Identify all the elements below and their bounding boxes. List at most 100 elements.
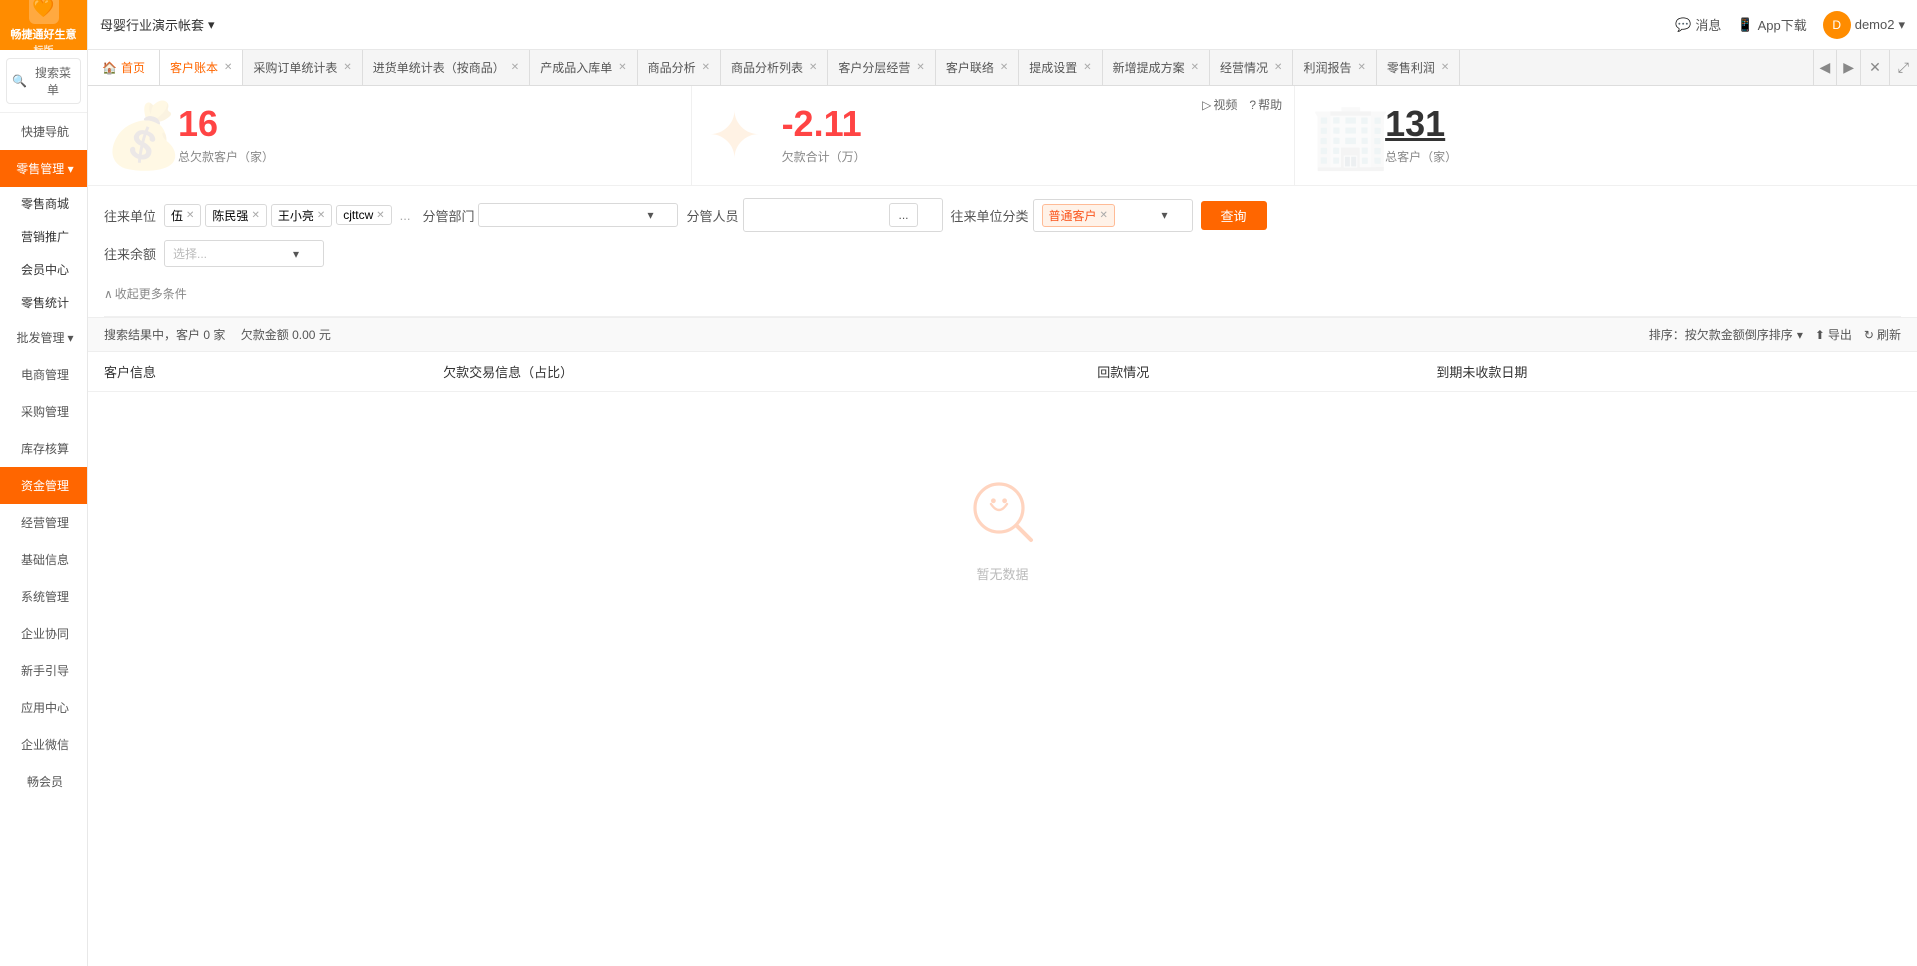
sidebar-item-chang-member[interactable]: 畅会员 [0, 763, 87, 800]
tab-close-icon[interactable]: ✕ [1441, 62, 1449, 73]
page-content: 💰 16 总欠款客户（家） ✦ -2.11 欠款合计（万） ▷ 视频 [88, 86, 1917, 966]
tag-remove-icon[interactable]: ✕ [251, 210, 259, 221]
sidebar-item-wholesale-mgmt[interactable]: 批发管理 ▾ [0, 319, 87, 356]
remainder-dropdown[interactable]: 选择... ▾ [164, 240, 324, 267]
sidebar-item-enterprise-collab[interactable]: 企业协同 [0, 615, 87, 652]
remainder-chevron-icon: ▾ [293, 247, 299, 261]
tab-close-icon[interactable]: ✕ [1357, 62, 1365, 73]
filter-row-2: 往来余额 选择... ▾ [104, 240, 1901, 267]
sidebar-item-marketing[interactable]: 营销推广 [0, 220, 87, 253]
message-button[interactable]: 💬 消息 [1675, 15, 1721, 34]
sidebar-item-quick-nav[interactable]: 快捷导航 [0, 113, 87, 150]
tab-customer-layering[interactable]: 客户分层经营 ✕ [828, 50, 935, 86]
query-button[interactable]: 查询 [1201, 201, 1267, 230]
tab-navigation: ◀ ▶ ✕ ⤢ [1813, 50, 1917, 86]
sidebar-item-inventory[interactable]: 库存核算 [0, 430, 87, 467]
sidebar-item-retail-mgmt[interactable]: 零售管理 ▾ [0, 150, 87, 187]
tab-close-icon[interactable]: ✕ [511, 62, 519, 73]
filter-row-1: 往来单位 伍 ✕ 陈民强 ✕ 王小亮 ✕ cjttcw [104, 198, 1901, 232]
user-menu[interactable]: D demo2 ▾ [1823, 11, 1905, 39]
tab-home[interactable]: 🏠 首页 [88, 50, 160, 86]
tab-close-icon[interactable]: ✕ [916, 62, 924, 73]
col-customer-info: 客户信息 [88, 352, 427, 392]
tag-remove-icon[interactable]: ✕ [186, 210, 194, 221]
empty-icon [963, 472, 1043, 552]
dept-dropdown[interactable]: ▾ [478, 203, 678, 227]
tab-close-icon[interactable]: ✕ [343, 62, 351, 73]
collapse-icon: ∧ [104, 287, 113, 301]
tab-expand-button[interactable]: ⤢ [1889, 50, 1917, 86]
tab-close-icon[interactable]: ✕ [1191, 62, 1199, 73]
chevron-down-icon: ▾ [67, 331, 73, 345]
sidebar-item-base-info[interactable]: 基础信息 [0, 541, 87, 578]
tab-commission-settings[interactable]: 提成设置 ✕ [1019, 50, 1102, 86]
sidebar-item-operations[interactable]: 经营管理 [0, 504, 87, 541]
tab-close-icon[interactable]: ✕ [1083, 62, 1091, 73]
tab-product-analysis-list[interactable]: 商品分析列表 ✕ [721, 50, 828, 86]
tag-remove-icon[interactable]: ✕ [376, 210, 384, 221]
tab-finished-goods[interactable]: 产成品入库单 ✕ [530, 50, 637, 86]
tab-customer-ledger[interactable]: 客户账本 ✕ [160, 50, 243, 86]
company-selector[interactable]: 母婴行业演示帐套 ▾ [100, 15, 215, 34]
unit-type-filter: 往来单位分类 普通客户 ✕ ▾ [951, 199, 1193, 232]
tab-close-icon[interactable]: ✕ [618, 62, 626, 73]
result-bar: 搜索结果中，客户 0 家 欠款金额 0.00 元 排序：按欠款金额倒序排序 ▾ … [88, 317, 1917, 352]
stats-row: 💰 16 总欠款客户（家） ✦ -2.11 欠款合计（万） ▷ 视频 [88, 86, 1917, 186]
unit-type-dropdown[interactable]: 普通客户 ✕ ▾ [1033, 199, 1193, 232]
filter-tag-wu[interactable]: 伍 ✕ [164, 204, 201, 227]
tab-product-analysis[interactable]: 商品分析 ✕ [638, 50, 721, 86]
filter-tag-cjttcw[interactable]: cjttcw ✕ [336, 205, 391, 225]
tab-close-icon[interactable]: ✕ [702, 62, 710, 73]
tab-close-icon[interactable]: ✕ [1000, 62, 1008, 73]
home-icon: 🏠 [102, 61, 117, 75]
search-menu-button[interactable]: 🔍 搜索菜单 [6, 58, 81, 104]
unit-type-tag-remove[interactable]: ✕ [1100, 210, 1108, 221]
logo-subtext: 标版 [34, 42, 54, 57]
tab-retail-profit[interactable]: 零售利润 ✕ [1377, 50, 1460, 86]
tab-purchase-stats-by-product[interactable]: 进货单统计表（按商品） ✕ [363, 50, 530, 86]
avatar: D [1823, 11, 1851, 39]
sidebar-item-finance[interactable]: 资金管理 [0, 467, 87, 504]
app-download-button[interactable]: 📱 App下载 [1737, 15, 1806, 34]
dept-filter-label: 分管部门 [422, 206, 474, 225]
col-due-date: 到期未收款日期 [1420, 352, 1917, 392]
tab-business-status[interactable]: 经营情况 ✕ [1210, 50, 1293, 86]
sidebar-item-membership[interactable]: 会员中心 [0, 253, 87, 286]
collapse-filter-button[interactable]: ∧ 收起更多条件 [104, 279, 1901, 308]
tag-remove-icon[interactable]: ✕ [317, 210, 325, 221]
result-actions: 排序：按欠款金额倒序排序 ▾ ⬆ 导出 ↻ 刷新 [1649, 326, 1901, 343]
sidebar-item-app-center[interactable]: 应用中心 [0, 689, 87, 726]
help-link[interactable]: ? 帮助 [1249, 96, 1282, 113]
filter-tag-chen[interactable]: 陈民强 ✕ [205, 204, 266, 227]
sidebar-item-enterprise-wechat[interactable]: 企业微信 [0, 726, 87, 763]
tab-purchase-order-stats[interactable]: 采购订单统计表 ✕ [243, 50, 362, 86]
sidebar-item-retail-stats[interactable]: 零售统计 [0, 286, 87, 319]
sidebar-item-purchase-mgmt[interactable]: 采购管理 [0, 393, 87, 430]
person-more-button[interactable]: ... [889, 203, 917, 227]
export-button[interactable]: ⬆ 导出 [1815, 326, 1852, 343]
filter-more-tags[interactable]: ... [396, 206, 415, 225]
person-dropdown[interactable]: ... [743, 198, 943, 232]
sidebar-item-system-mgmt[interactable]: 系统管理 [0, 578, 87, 615]
tab-close-icon[interactable]: ✕ [809, 62, 817, 73]
tab-bar: 🏠 首页 客户账本 ✕ 采购订单统计表 ✕ 进货单统计表（按商品） ✕ 产成品入… [88, 50, 1917, 86]
filter-tags: 伍 ✕ 陈民强 ✕ 王小亮 ✕ cjttcw ✕ ... [164, 204, 414, 227]
tab-prev-button[interactable]: ◀ [1813, 50, 1837, 86]
tab-customer-contact[interactable]: 客户联络 ✕ [936, 50, 1019, 86]
filter-tag-wang[interactable]: 王小亮 ✕ [271, 204, 332, 227]
refresh-button[interactable]: ↻ 刷新 [1864, 326, 1901, 343]
tab-close-icon[interactable]: ✕ [1274, 62, 1282, 73]
sidebar-item-retail-mall[interactable]: 零售商城 [0, 187, 87, 220]
total-customers-label: 总客户（家） [1385, 148, 1457, 165]
sidebar-item-newbie-guide[interactable]: 新手引导 [0, 652, 87, 689]
tab-add-commission-plan[interactable]: 新增提成方案 ✕ [1103, 50, 1210, 86]
sort-chevron-icon: ▾ [1797, 328, 1803, 342]
tab-profit-report[interactable]: 利润报告 ✕ [1293, 50, 1376, 86]
tab-close-icon[interactable]: ✕ [224, 62, 232, 73]
video-link[interactable]: ▷ 视频 [1202, 96, 1237, 113]
sort-label: 排序：按欠款金额倒序排序 [1649, 326, 1793, 343]
tab-next-button[interactable]: ▶ [1836, 50, 1860, 86]
sort-dropdown[interactable]: 排序：按欠款金额倒序排序 ▾ [1649, 326, 1803, 343]
sidebar-item-ecommerce[interactable]: 电商管理 [0, 356, 87, 393]
tab-close-all-button[interactable]: ✕ [1860, 50, 1889, 86]
